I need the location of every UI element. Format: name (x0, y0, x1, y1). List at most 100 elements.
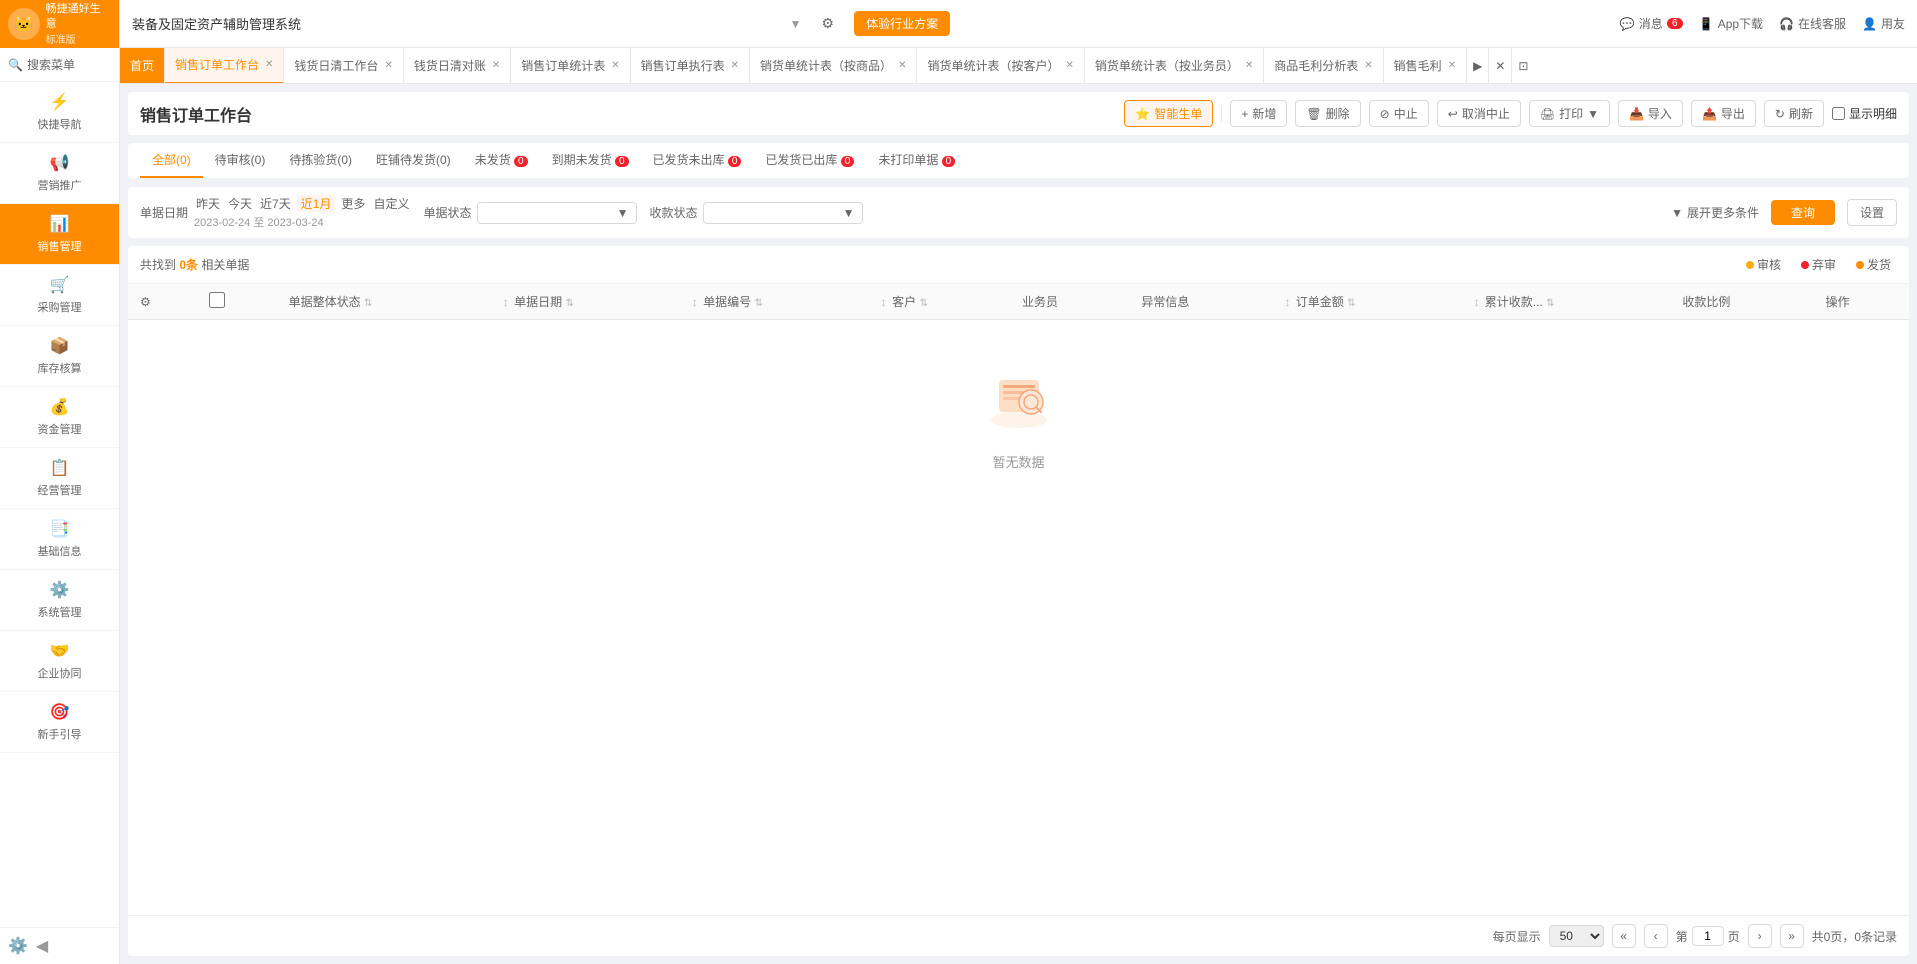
sidebar-item-finance[interactable]: 💰 资金管理 (0, 387, 119, 448)
export-btn[interactable]: 📤 导出 (1691, 100, 1756, 127)
date-btn-7days[interactable]: 近7天 (258, 195, 293, 212)
sidebar-collapse-btn[interactable]: ◀ (36, 936, 48, 956)
column-settings-icon[interactable]: ⚙ (140, 295, 151, 309)
show-detail-checkbox[interactable] (1832, 107, 1845, 120)
cancel-stop-btn[interactable]: ↩ 取消中止 (1437, 100, 1521, 127)
tab-sales-more[interactable]: 销售毛利 ✕ (1384, 48, 1467, 84)
date-btn-yesterday[interactable]: 昨天 (194, 195, 222, 212)
filter-tab-pending-review[interactable]: 待审核(0) (203, 143, 278, 178)
page-next-btn[interactable]: › (1748, 924, 1772, 948)
tab-goods-stats-staff[interactable]: 销货单统计表（按业务员） ✕ (1085, 48, 1264, 84)
filter-tab-not-shipped[interactable]: 未发货 0 (463, 143, 540, 178)
delete-btn[interactable]: 🗑 删除 (1295, 100, 1360, 127)
tab-close-sales-exec[interactable]: ✕ (731, 60, 739, 71)
sidebar-item-inventory[interactable]: 📦 库存核算 (0, 326, 119, 387)
sidebar-bottom: ⚙️ ◀ (0, 927, 119, 964)
tab-sales-stats[interactable]: 销售订单统计表 ✕ (511, 48, 630, 84)
filter-tab-wangpu-ship[interactable]: 旺铺待发货(0) (364, 143, 463, 178)
select-all-checkbox[interactable] (209, 292, 225, 308)
print-btn[interactable]: 🖨 打印 ▼ (1529, 100, 1610, 127)
page-size-select[interactable]: 50 100 200 (1549, 925, 1604, 947)
tab-close-goods-stats-staff[interactable]: ✕ (1245, 60, 1253, 71)
tab-sales-workbench[interactable]: 销售订单工作台 ✕ (165, 48, 284, 84)
expand-icon: ▼ (1671, 206, 1683, 220)
page-first-btn[interactable]: « (1612, 924, 1636, 948)
filter-tab-all[interactable]: 全部(0) (140, 143, 203, 178)
tab-close-goods-stats-product[interactable]: ✕ (898, 60, 906, 71)
tab-gross-profit[interactable]: 商品毛利分析表 ✕ (1264, 48, 1383, 84)
date-btn-1month[interactable]: 近1月 (297, 195, 336, 212)
tab-close-sales-more[interactable]: ✕ (1448, 60, 1456, 71)
sidebar-item-sales[interactable]: 📊 销售管理 (0, 204, 119, 265)
tab-expand-btn[interactable]: ⊡ (1512, 48, 1534, 84)
sidebar-item-cooperation[interactable]: 🤝 企业协同 (0, 631, 119, 692)
smart-generate-btn[interactable]: ⭐ 智能生单 (1124, 100, 1213, 127)
import-btn[interactable]: 📥 导入 (1618, 100, 1683, 127)
query-btn[interactable]: 查询 (1771, 200, 1835, 225)
th-status[interactable]: 单据整体状态 ⇅ (277, 284, 491, 320)
filter-setting-btn[interactable]: 设置 (1847, 199, 1897, 226)
filter-tab-shipped-out[interactable]: 已发货已出库 0 (753, 143, 866, 178)
message-btn[interactable]: 💬 消息 6 (1620, 15, 1683, 32)
sidebar-item-purchase[interactable]: 🛒 采购管理 (0, 265, 119, 326)
header-actions: 💬 消息 6 📱 App下载 🎧 在线客服 👤 用友 (1620, 15, 1905, 32)
batch-cancel-review-btn[interactable]: 弃审 (1795, 254, 1842, 275)
online-service-btn[interactable]: 🎧 在线客服 (1779, 15, 1846, 32)
tab-goods-stats-product[interactable]: 销货单统计表（按商品） ✕ (750, 48, 917, 84)
tab-close-cash-daily[interactable]: ✕ (384, 60, 392, 71)
filter-tab-not-printed[interactable]: 未打印单据 0 (866, 143, 967, 178)
batch-review-btn[interactable]: 审核 (1740, 254, 1787, 275)
filter-tabs: 全部(0) 待审核(0) 待拣验货(0) 旺铺待发货(0) 未发货 0 到期未发… (128, 143, 1909, 179)
tab-close-sales-workbench[interactable]: ✕ (265, 59, 273, 70)
tab-cash-reconcile[interactable]: 钱货日清对账 ✕ (404, 48, 511, 84)
sidebar-item-system[interactable]: ⚙️ 系统管理 (0, 570, 119, 631)
new-btn[interactable]: + 新增 (1230, 100, 1287, 127)
th-date[interactable]: ↕ 单据日期 ⇅ (491, 284, 680, 320)
page-last-btn[interactable]: » (1780, 924, 1804, 948)
tab-close-all-btn[interactable]: ✕ (1489, 48, 1512, 84)
page-number-input[interactable] (1692, 926, 1724, 946)
tab-nav-forward[interactable]: ▶ (1467, 48, 1489, 84)
industry-btn[interactable]: 体验行业方案 (854, 11, 950, 36)
app-download-btn[interactable]: 📱 App下载 (1699, 15, 1763, 32)
filter-tab-expired-not-shipped[interactable]: 到期未发货 0 (540, 143, 641, 178)
tab-sales-exec[interactable]: 销售订单执行表 ✕ (631, 48, 750, 84)
tab-close-gross-profit[interactable]: ✕ (1364, 60, 1372, 71)
th-customer[interactable]: ↕ 客户 ⇅ (869, 284, 1010, 320)
sidebar-item-basic-info[interactable]: 📑 基础信息 (0, 509, 119, 570)
sidebar-item-quick-nav[interactable]: ⚡ 快捷导航 (0, 82, 119, 143)
sidebar-search[interactable]: 🔍 搜索菜单 (0, 48, 119, 82)
filter-tab-pending-inspect[interactable]: 待拣验货(0) (277, 143, 364, 178)
date-btn-more[interactable]: 更多 (339, 195, 367, 212)
stop-btn[interactable]: ⊘ 中止 (1369, 100, 1429, 127)
batch-ship-btn[interactable]: 发货 (1850, 254, 1897, 275)
page-prev-btn[interactable]: ‹ (1644, 924, 1668, 948)
tab-home[interactable]: 首页 (120, 48, 165, 84)
page-current: 第 页 (1676, 926, 1740, 946)
date-btn-custom[interactable]: 自定义 (371, 195, 411, 212)
tab-goods-stats-customer[interactable]: 销货单统计表（按客户） ✕ (917, 48, 1084, 84)
th-amount[interactable]: ↕ 订单金额 ⇅ (1272, 284, 1461, 320)
sidebar-item-operation[interactable]: 📋 经营管理 (0, 448, 119, 509)
tab-close-cash-reconcile[interactable]: ✕ (492, 60, 500, 71)
dropdown-arrow-icon[interactable]: ▼ (790, 17, 802, 31)
gear-settings-btn[interactable]: ⚙ (814, 11, 843, 36)
status-select[interactable]: ▼ (477, 202, 637, 224)
sort-customer-icon: ↕ (881, 295, 887, 309)
expand-conditions-btn[interactable]: ▼ 展开更多条件 (1671, 204, 1759, 221)
sidebar-settings-btn[interactable]: ⚙️ (8, 936, 28, 956)
th-number[interactable]: ↕ 单据编号 ⇅ (680, 284, 869, 320)
main-content: 装备及固定资产辅助管理系统 ▼ ⚙ 体验行业方案 💬 消息 6 📱 App下载 … (120, 0, 1917, 964)
date-btn-today[interactable]: 今天 (226, 195, 254, 212)
refresh-btn[interactable]: ↻ 刷新 (1764, 100, 1824, 127)
th-collected[interactable]: ↕ 累计收款... ⇅ (1461, 284, 1670, 320)
sidebar-item-guide[interactable]: 🎯 新手引导 (0, 692, 119, 753)
sidebar-item-marketing[interactable]: 📢 营销推广 (0, 143, 119, 204)
show-detail-label: 显示明细 (1849, 105, 1897, 122)
filter-tab-shipped-not-out[interactable]: 已发货未出库 0 (641, 143, 754, 178)
tab-cash-daily[interactable]: 钱货日清工作台 ✕ (284, 48, 403, 84)
user-btn[interactable]: 👤 用友 (1862, 15, 1905, 32)
tab-close-goods-stats-customer[interactable]: ✕ (1065, 60, 1073, 71)
payment-select[interactable]: ▼ (703, 202, 863, 224)
tab-close-sales-stats[interactable]: ✕ (611, 60, 619, 71)
